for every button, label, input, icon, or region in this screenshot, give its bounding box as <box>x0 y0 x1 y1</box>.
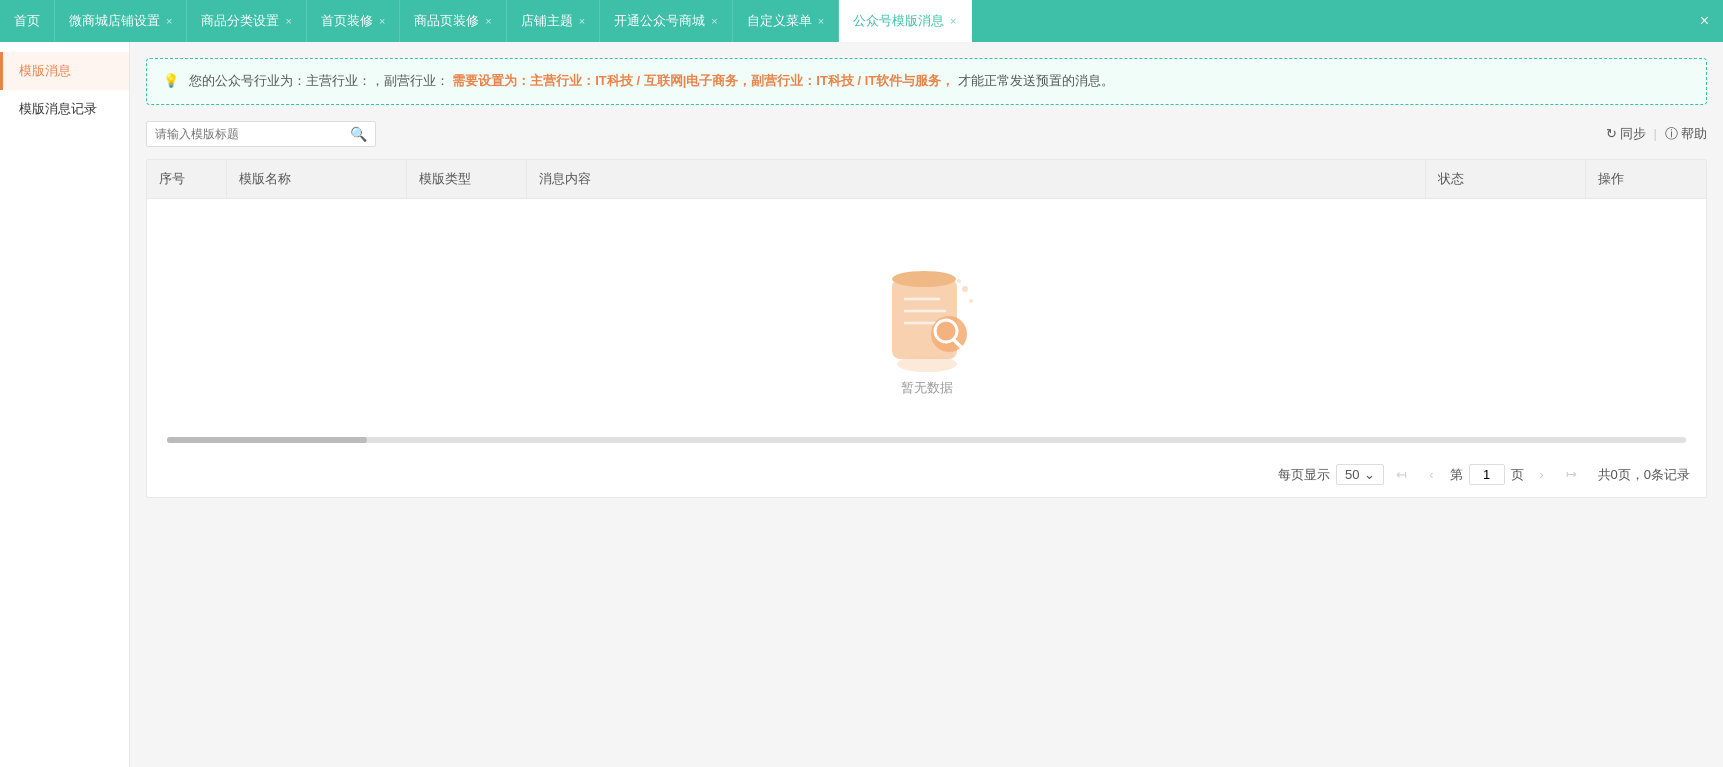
sidebar-item-template-record[interactable]: 模版消息记录 <box>0 90 129 128</box>
nav-tab-templatemsg[interactable]: 公众号模版消息 × <box>839 0 971 42</box>
svg-point-9 <box>962 286 968 292</box>
nav-tab-homepage[interactable]: 首页装修 × <box>307 0 400 42</box>
scroll-thumb[interactable] <box>167 437 367 443</box>
nav-tab-custommenu[interactable]: 自定义菜单 × <box>733 0 839 42</box>
search-input[interactable] <box>155 127 350 141</box>
close-category[interactable]: × <box>285 15 291 27</box>
svg-point-2 <box>892 271 956 287</box>
col-index: 序号 <box>147 160 227 198</box>
nav-tab-category[interactable]: 商品分类设置 × <box>187 0 306 42</box>
nav-tab-productpage[interactable]: 商品页装修 × <box>400 0 506 42</box>
search-bar: 🔍 ↻ 同步 | ⓘ 帮助 <box>146 121 1707 147</box>
page-size-value: 50 <box>1345 467 1359 482</box>
page-size-label: 每页显示 <box>1278 466 1330 484</box>
search-input-wrap[interactable]: 🔍 <box>146 121 376 147</box>
page-prefix-label: 第 <box>1450 466 1463 484</box>
svg-point-10 <box>969 299 973 303</box>
prev-page-button[interactable]: ‹ <box>1420 463 1444 487</box>
search-icon[interactable]: 🔍 <box>350 126 367 142</box>
page-total-label: 共0页，0条记录 <box>1598 466 1690 484</box>
col-type: 模版类型 <box>407 160 527 198</box>
empty-text: 暂无数据 <box>901 379 953 397</box>
notice-banner: 💡 您的公众号行业为：主营行业：，副营行业： 需要设置为：主营行业：IT科技 /… <box>146 58 1707 105</box>
help-button[interactable]: ⓘ 帮助 <box>1665 125 1707 143</box>
col-action: 操作 <box>1586 160 1706 198</box>
close-weshop[interactable]: × <box>166 15 172 27</box>
sync-icon: ↻ <box>1606 126 1617 141</box>
close-all-button[interactable]: × <box>1686 0 1723 42</box>
data-table: 序号 模版名称 模版类型 消息内容 状态 操作 <box>146 159 1707 498</box>
empty-state: 暂无数据 <box>147 199 1706 437</box>
main-layout: 模版消息 模版消息记录 💡 您的公众号行业为：主营行业：，副营行业： 需要设置为… <box>0 42 1723 767</box>
toolbar-divider: | <box>1654 126 1657 141</box>
col-name: 模版名称 <box>227 160 407 198</box>
toolbar-right: ↻ 同步 | ⓘ 帮助 <box>1606 125 1707 143</box>
close-openstore[interactable]: × <box>711 15 717 27</box>
page-number-input[interactable] <box>1469 464 1505 485</box>
next-page-button[interactable]: › <box>1530 463 1554 487</box>
sidebar: 模版消息 模版消息记录 <box>0 42 130 767</box>
sidebar-item-template-msg[interactable]: 模版消息 <box>0 52 129 90</box>
last-page-button[interactable]: ↦ <box>1560 463 1584 487</box>
page-unit-label: 页 <box>1511 466 1524 484</box>
first-page-button[interactable]: ↤ <box>1390 463 1414 487</box>
close-homepage[interactable]: × <box>379 15 385 27</box>
close-custommenu[interactable]: × <box>818 15 824 27</box>
close-productpage[interactable]: × <box>485 15 491 27</box>
nav-tab-theme[interactable]: 店铺主题 × <box>507 0 600 42</box>
sync-button[interactable]: ↻ 同步 <box>1606 125 1646 143</box>
empty-illustration <box>867 259 987 379</box>
pagination: 每页显示 50 ⌄ ↤ ‹ 第 页 › ↦ 共0页，0条记录 <box>147 453 1706 497</box>
help-icon: ⓘ <box>1665 125 1678 143</box>
top-nav: 首页 微商城店铺设置 × 商品分类设置 × 首页装修 × 商品页装修 × 店铺主… <box>0 0 1723 42</box>
page-size-select[interactable]: 50 ⌄ <box>1336 464 1383 485</box>
table-header: 序号 模版名称 模版类型 消息内容 状态 操作 <box>147 160 1706 199</box>
col-content: 消息内容 <box>527 160 1426 198</box>
content-area: 💡 您的公众号行业为：主营行业：，副营行业： 需要设置为：主营行业：IT科技 /… <box>130 42 1723 767</box>
svg-point-11 <box>957 279 961 283</box>
nav-tab-openstore[interactable]: 开通公众号商城 × <box>600 0 732 42</box>
col-status: 状态 <box>1426 160 1586 198</box>
close-templatemsg[interactable]: × <box>950 15 956 27</box>
nav-tab-home[interactable]: 首页 <box>0 0 55 42</box>
chevron-down-icon: ⌄ <box>1364 467 1375 482</box>
close-theme[interactable]: × <box>579 15 585 27</box>
scroll-track[interactable] <box>167 437 1686 443</box>
nav-tab-weshop[interactable]: 微商城店铺设置 × <box>55 0 187 42</box>
lightbulb-icon: 💡 <box>163 73 179 88</box>
